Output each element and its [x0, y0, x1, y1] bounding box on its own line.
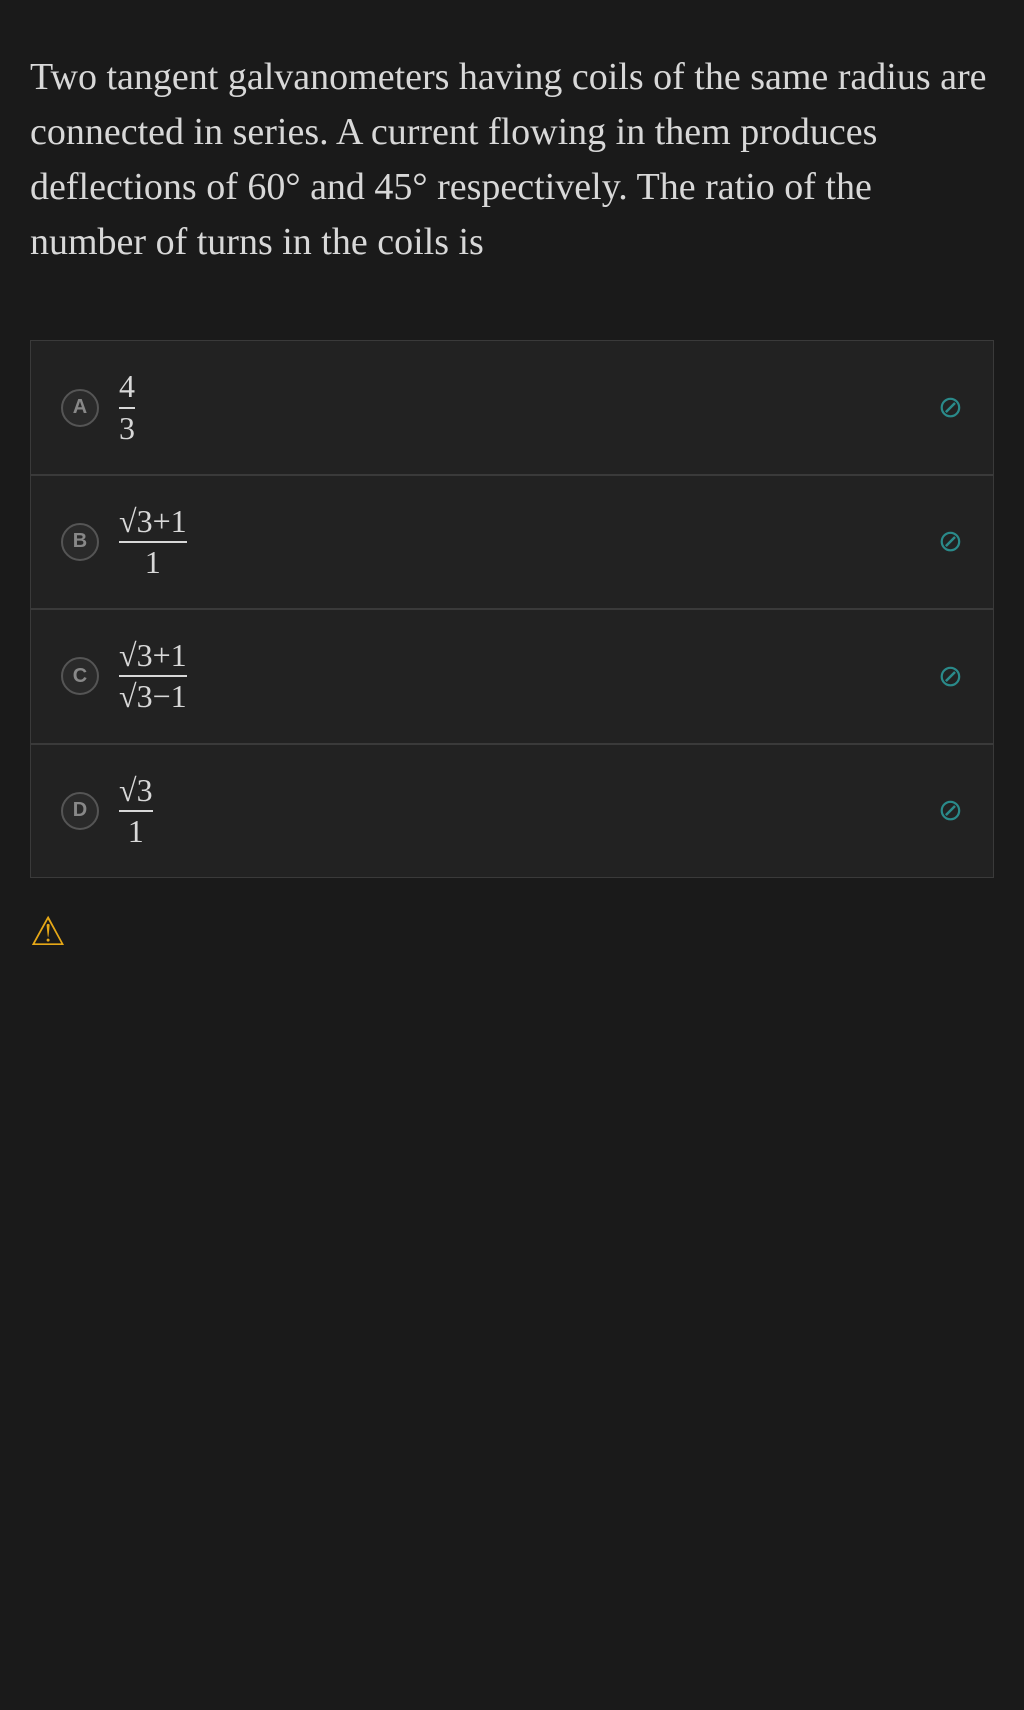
option-a-icon: ⊘	[938, 390, 963, 425]
option-b-label: B	[61, 523, 99, 561]
option-d-label: D	[61, 792, 99, 830]
question-text: Two tangent galvanometers having coils o…	[30, 40, 994, 280]
options-container: A 4 3 ⊘ B √3+1 1 ⊘	[30, 340, 994, 878]
option-b[interactable]: B √3+1 1 ⊘	[30, 475, 994, 609]
warning-container: ⚠	[30, 908, 994, 955]
option-d-icon: ⊘	[938, 793, 963, 828]
option-d-content: √3 1	[119, 773, 153, 849]
option-c-icon: ⊘	[938, 659, 963, 694]
option-d[interactable]: D √3 1 ⊘	[30, 744, 994, 878]
option-c-content: √3+1 √3−1	[119, 638, 187, 714]
warning-icon: ⚠	[30, 909, 66, 954]
option-a-label: A	[61, 389, 99, 427]
option-b-content: √3+1 1	[119, 504, 187, 580]
option-c[interactable]: C √3+1 √3−1 ⊘	[30, 609, 994, 743]
option-a[interactable]: A 4 3 ⊘	[30, 340, 994, 474]
option-b-icon: ⊘	[938, 524, 963, 559]
question-container: Two tangent galvanometers having coils o…	[30, 40, 994, 280]
option-c-label: C	[61, 657, 99, 695]
option-a-content: 4 3	[119, 369, 135, 445]
